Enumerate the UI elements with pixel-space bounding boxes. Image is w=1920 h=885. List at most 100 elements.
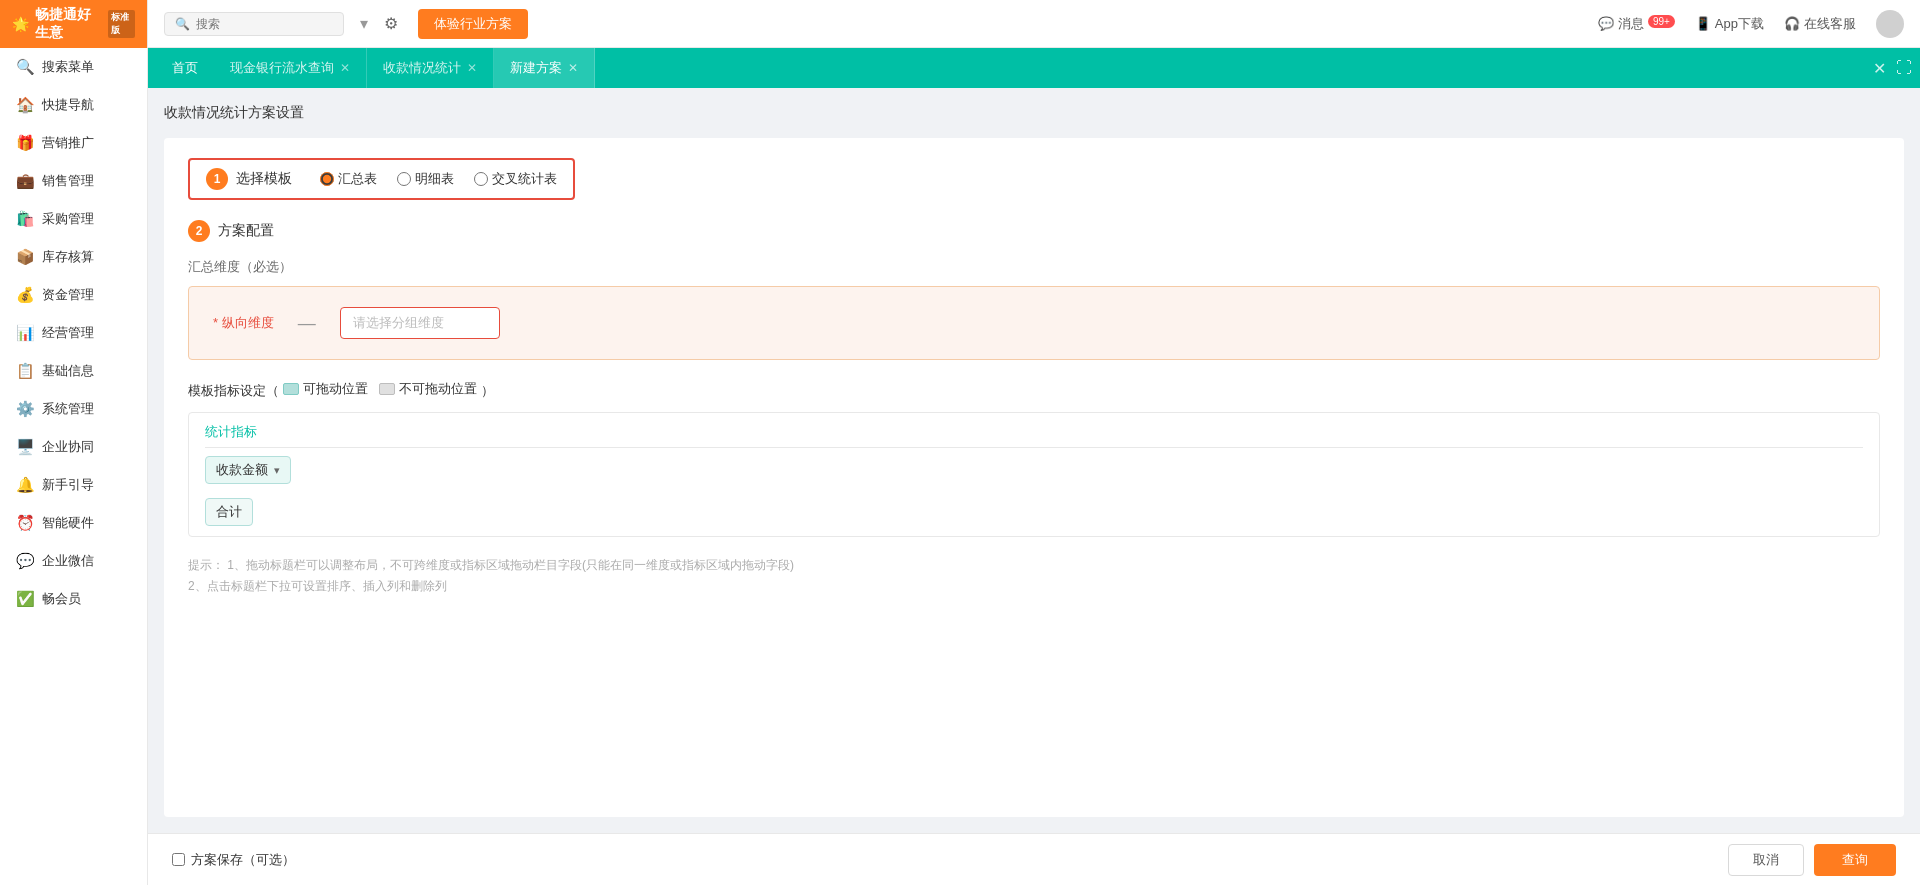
sidebar-item-label: 畅会员 [42,590,81,608]
sidebar-item-operations[interactable]: 📊 经营管理 [0,314,147,352]
sidebar-item-member[interactable]: ✅ 畅会员 [0,580,147,618]
chart-icon: 📊 [16,324,34,342]
sidebar-item-finance[interactable]: 💰 资金管理 [0,276,147,314]
search-input[interactable] [196,17,336,31]
tab-collection-stat[interactable]: 收款情况统计 ✕ [367,48,494,88]
cancel-button[interactable]: 取消 [1728,844,1804,876]
sidebar-item-marketing[interactable]: 🎁 营销推广 [0,124,147,162]
sidebar-item-sales[interactable]: 💼 销售管理 [0,162,147,200]
home-icon: 🏠 [16,96,34,114]
tab-collection-stat-label: 收款情况统计 [383,59,461,77]
sidebar: 🌟 畅捷通好生意 标准版 🔍 搜索菜单 🏠 快捷导航 🎁 营销推广 💼 销售管理… [0,0,148,885]
tab-new-plan-close[interactable]: ✕ [568,61,578,75]
template-radio-group: 汇总表 明细表 交叉统计表 [320,170,557,188]
indicator-sub-label: 合计 [216,503,242,521]
summary-dim-title: 汇总维度（必选） [188,258,1880,276]
sidebar-item-label: 快捷导航 [42,96,94,114]
tab-bank-flow-label: 现金银行流水查询 [230,59,334,77]
settings-icon[interactable]: ⚙ [384,14,398,33]
vertical-dim-label: * 纵向维度 [213,314,274,332]
sidebar-item-label: 搜索菜单 [42,58,94,76]
topbar-search-box[interactable]: 🔍 [164,12,344,36]
gear-icon: ⚙️ [16,400,34,418]
sidebar-item-guide[interactable]: 🔔 新手引导 [0,466,147,504]
tab-home[interactable]: 首页 [156,48,214,88]
app-download-button[interactable]: 📱 App下载 [1695,15,1764,33]
radio-detail-label: 明细表 [415,170,454,188]
tab-collection-stat-close[interactable]: ✕ [467,61,477,75]
sidebar-item-label: 经营管理 [42,324,94,342]
indicators-table: 统计指标 收款金额 ▾ 合计 [188,412,1880,537]
save-label: 方案保存（可选） [191,851,295,869]
tab-close-all-icon[interactable]: ✕ [1873,59,1886,78]
sidebar-item-purchase[interactable]: 🛍️ 采购管理 [0,200,147,238]
save-option[interactable]: 方案保存（可选） [172,851,295,869]
app-download-label: App下载 [1715,15,1764,33]
sidebar-item-wechat[interactable]: 💬 企业微信 [0,542,147,580]
radio-detail[interactable]: 明细表 [397,170,454,188]
briefcase-icon: 💼 [16,172,34,190]
radio-summary[interactable]: 汇总表 [320,170,377,188]
sidebar-item-quick-nav[interactable]: 🏠 快捷导航 [0,86,147,124]
trial-button[interactable]: 体验行业方案 [418,9,528,39]
monitor-icon: 🖥️ [16,438,34,456]
dim-selector[interactable]: 请选择分组维度 [340,307,500,339]
search-menu-icon: 🔍 [16,58,34,76]
step2-section: 2 方案配置 汇总维度（必选） * 纵向维度 — 请选择分组维度 [188,220,1880,595]
user-avatar[interactable] [1876,10,1904,38]
query-button[interactable]: 查询 [1814,844,1896,876]
sidebar-item-label: 企业微信 [42,552,94,570]
topbar: 🔍 ▾ ⚙ 体验行业方案 💬 消息 99+ 📱 App下载 🎧 在线客服 [148,0,1920,48]
indicator-tag-label: 收款金额 [216,461,268,479]
legend-draggable: 可拖动位置 [283,380,368,398]
sidebar-item-smart-hw[interactable]: ⏰ 智能硬件 [0,504,147,542]
indicator-tag-amount[interactable]: 收款金额 ▾ [205,456,291,484]
online-service-button[interactable]: 🎧 在线客服 [1784,15,1856,33]
sidebar-item-inventory[interactable]: 📦 库存核算 [0,238,147,276]
arrow-right-icon: — [298,313,316,334]
legend-non-draggable: 不可拖动位置 [379,380,477,398]
step2-header: 2 方案配置 [188,220,1880,242]
message-button[interactable]: 💬 消息 99+ [1598,15,1675,33]
message-label: 消息 [1618,15,1644,33]
gift-icon: 🎁 [16,134,34,152]
indicators-section: 模板指标设定（ 可拖动位置 不可拖动位置 ） [188,380,1880,537]
sidebar-item-search-menu[interactable]: 🔍 搜索菜单 [0,48,147,86]
tab-bank-flow-close[interactable]: ✕ [340,61,350,75]
sidebar-item-label: 系统管理 [42,400,94,418]
box-icon: 📦 [16,248,34,266]
tab-home-label: 首页 [172,59,198,77]
dim-placeholder: 请选择分组维度 [353,314,444,332]
topbar-right: 💬 消息 99+ 📱 App下载 🎧 在线客服 [1598,10,1904,38]
logo-badge: 标准版 [108,10,135,38]
logo-icon: 🌟 [12,16,29,32]
dropdown-arrow-icon[interactable]: ▾ [360,14,368,33]
content-area: 收款情况统计方案设置 1 选择模板 汇总表 明细表 [148,88,1920,833]
bell-icon: 🔔 [16,476,34,494]
radio-cross[interactable]: 交叉统计表 [474,170,557,188]
sidebar-item-enterprise[interactable]: 🖥️ 企业协同 [0,428,147,466]
step1-section: 1 选择模板 汇总表 明细表 交叉统计表 [188,158,575,200]
tab-expand-icon[interactable]: ⛶ [1896,59,1912,78]
radio-cross-input[interactable] [474,172,488,186]
step1-label: 选择模板 [236,170,292,188]
radio-summary-input[interactable] [320,172,334,186]
save-checkbox[interactable] [172,853,185,866]
indicators-title: 模板指标设定（ 可拖动位置 不可拖动位置 ） [188,380,494,400]
tab-new-plan[interactable]: 新建方案 ✕ [494,48,595,88]
sidebar-item-label: 新手引导 [42,476,94,494]
sidebar-item-sys-mgmt[interactable]: ⚙️ 系统管理 [0,390,147,428]
radio-detail-input[interactable] [397,172,411,186]
step1-num: 1 [206,168,228,190]
sidebar-item-label: 资金管理 [42,286,94,304]
indicator-tags-row: 收款金额 ▾ [205,456,1863,484]
shopping-icon: 🛍️ [16,210,34,228]
dim-row: * 纵向维度 — 请选择分组维度 [213,307,1855,339]
page-title: 收款情况统计方案设置 [164,104,1904,122]
step1-header: 1 选择模板 [206,168,308,190]
sidebar-item-label: 采购管理 [42,210,94,228]
message-icon: 💬 [1598,16,1614,31]
tip1: 提示： 1、拖动标题栏可以调整布局，不可跨维度或指标区域拖动栏目字段(只能在同一… [188,557,1880,574]
tab-bank-flow[interactable]: 现金银行流水查询 ✕ [214,48,367,88]
sidebar-item-basic-info[interactable]: 📋 基础信息 [0,352,147,390]
